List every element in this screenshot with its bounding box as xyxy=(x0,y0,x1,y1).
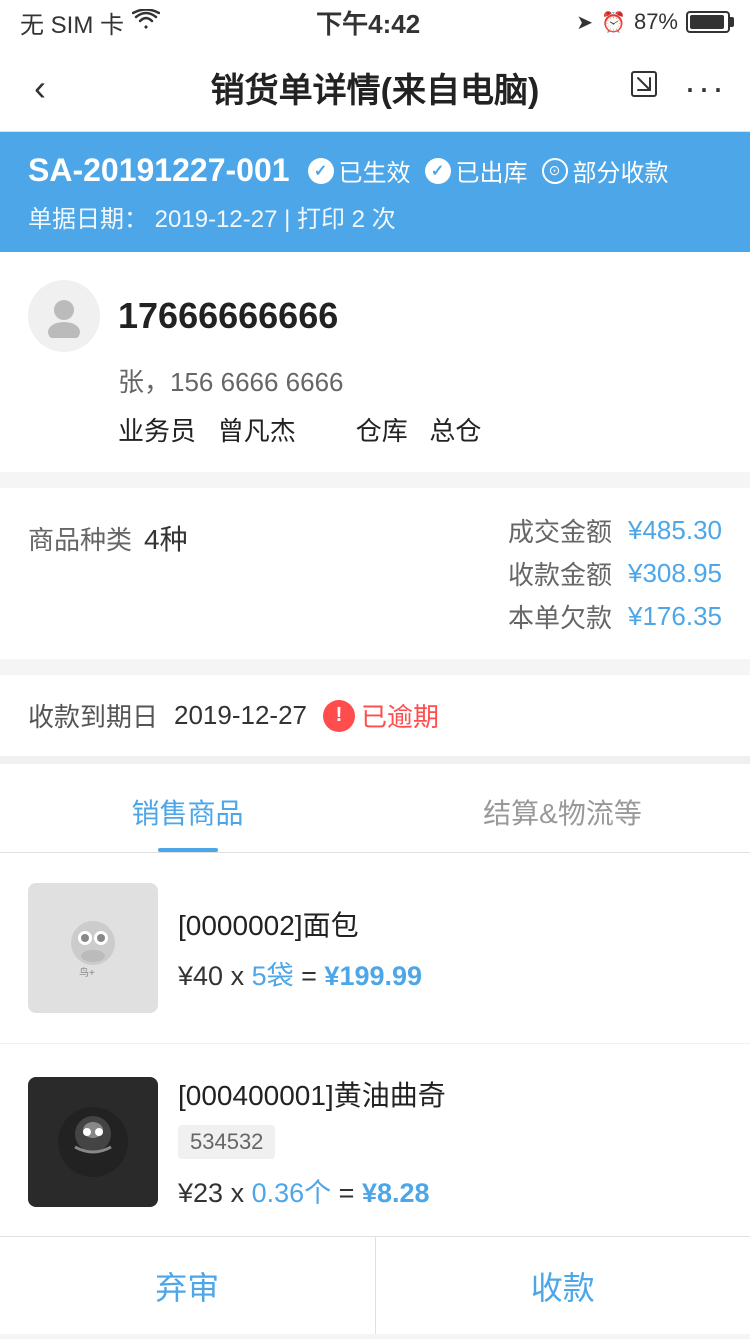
order-number: SA-20191227-001 xyxy=(28,152,290,189)
tab-products[interactable]: 销售商品 xyxy=(0,764,375,852)
debt-amount: 本单欠款 ¥176.35 xyxy=(508,598,722,635)
status-right: ➤ ⏰ 87% xyxy=(576,9,730,35)
product-image-1: 鸟+ xyxy=(28,883,158,1013)
product-info-1: [0000002]面包 ¥40 x 5袋 = ¥199.99 xyxy=(178,904,722,993)
customer-phone: 17666666666 xyxy=(118,295,338,337)
clock-icon: ⊙ xyxy=(542,158,568,184)
warehouse-item: 仓库 总仓 xyxy=(356,411,482,448)
product-price-2: ¥23 x 0.36个 = ¥8.28 xyxy=(178,1171,722,1210)
avatar xyxy=(28,280,100,352)
badge-partial: ⊙ 部分收款 xyxy=(542,153,669,188)
product-item: 鸟+ [0000002]面包 ¥40 x 5袋 = ¥199.99 xyxy=(0,853,750,1044)
product-info-2: [000400001]黄油曲奇 534532 ¥23 x 0.36个 = ¥8.… xyxy=(178,1074,722,1210)
customer-name-phone: 张，156 6666 6666 xyxy=(28,362,722,399)
tabs-section: 销售商品 结算&物流等 xyxy=(0,764,750,853)
banner-date: 单据日期： 2019-12-27 | 打印 2 次 xyxy=(28,199,722,234)
due-section: 收款到期日 2019-12-27 ! 已逾期 xyxy=(0,675,750,764)
product-name-2: [000400001]黄油曲奇 xyxy=(178,1074,722,1114)
stats-section: 商品种类 4种 成交金额 ¥485.30 收款金额 ¥308.95 本单欠款 ¥… xyxy=(0,488,750,659)
product-price-1: ¥40 x 5袋 = ¥199.99 xyxy=(178,954,722,993)
product-image-2 xyxy=(28,1077,158,1207)
overdue-text: 已逾期 xyxy=(361,697,439,734)
amount-stats: 成交金额 ¥485.30 收款金额 ¥308.95 本单欠款 ¥176.35 xyxy=(508,512,722,635)
badge-effective: ✓ 已生效 xyxy=(308,153,411,188)
header-banner: SA-20191227-001 ✓ 已生效 ✓ 已出库 ⊙ 部分收款 单据日期：… xyxy=(0,132,750,252)
banner-row1: SA-20191227-001 ✓ 已生效 ✓ 已出库 ⊙ 部分收款 xyxy=(28,152,722,189)
wifi-icon xyxy=(132,8,160,36)
product-type: 商品种类 4种 xyxy=(28,512,188,558)
share-button[interactable] xyxy=(628,68,660,108)
location-icon: ➤ xyxy=(576,10,593,35)
more-button[interactable]: ··· xyxy=(684,67,726,109)
sim-label: 无 SIM 卡 xyxy=(20,5,124,40)
status-time: 下午4:42 xyxy=(316,4,420,41)
battery-icon xyxy=(686,11,730,33)
product-name-1: [0000002]面包 xyxy=(178,904,722,944)
reject-button[interactable]: 弃审 xyxy=(0,1237,376,1334)
customer-section: 17666666666 张，156 6666 6666 业务员 曾凡杰 仓库 总… xyxy=(0,252,750,472)
status-badges: ✓ 已生效 ✓ 已出库 ⊙ 部分收款 xyxy=(308,153,669,188)
deal-amount: 成交金额 ¥485.30 xyxy=(508,512,722,549)
badge-shipped: ✓ 已出库 xyxy=(425,153,528,188)
product-sku-2: 534532 xyxy=(178,1125,275,1159)
overdue-badge: ! 已逾期 xyxy=(323,697,439,734)
agent-item: 业务员 曾凡杰 xyxy=(118,411,296,448)
page-title: 销货单详情(来自电脑) xyxy=(211,63,540,112)
received-amount: 收款金额 ¥308.95 xyxy=(508,555,722,592)
agent-info: 业务员 曾凡杰 仓库 总仓 xyxy=(28,411,722,448)
back-button[interactable]: ‹ xyxy=(24,57,56,119)
check-icon-1: ✓ xyxy=(308,158,334,184)
nav-bar: ‹ 销货单详情(来自电脑) ··· xyxy=(0,44,750,132)
check-icon-2: ✓ xyxy=(425,158,451,184)
nav-right-actions: ··· xyxy=(628,67,726,109)
tab-settlement[interactable]: 结算&物流等 xyxy=(375,764,750,852)
payment-button[interactable]: 收款 xyxy=(376,1237,750,1334)
overdue-icon: ! xyxy=(323,700,355,732)
status-bar: 无 SIM 卡 下午4:42 ➤ ⏰ 87% xyxy=(0,0,750,44)
alarm-icon: ⏰ xyxy=(601,10,626,35)
customer-row: 17666666666 xyxy=(28,280,722,352)
products-section: 鸟+ [0000002]面包 ¥40 x 5袋 = ¥199.99 xyxy=(0,853,750,1241)
status-left: 无 SIM 卡 xyxy=(20,5,160,40)
product-item: [000400001]黄油曲奇 534532 ¥23 x 0.36个 = ¥8.… xyxy=(0,1044,750,1241)
battery-percent: 87% xyxy=(634,9,678,35)
stats-row: 商品种类 4种 成交金额 ¥485.30 收款金额 ¥308.95 本单欠款 ¥… xyxy=(28,512,722,635)
bottom-bar: 弃审 收款 xyxy=(0,1236,750,1334)
svg-text:鸟+: 鸟+ xyxy=(79,966,95,979)
